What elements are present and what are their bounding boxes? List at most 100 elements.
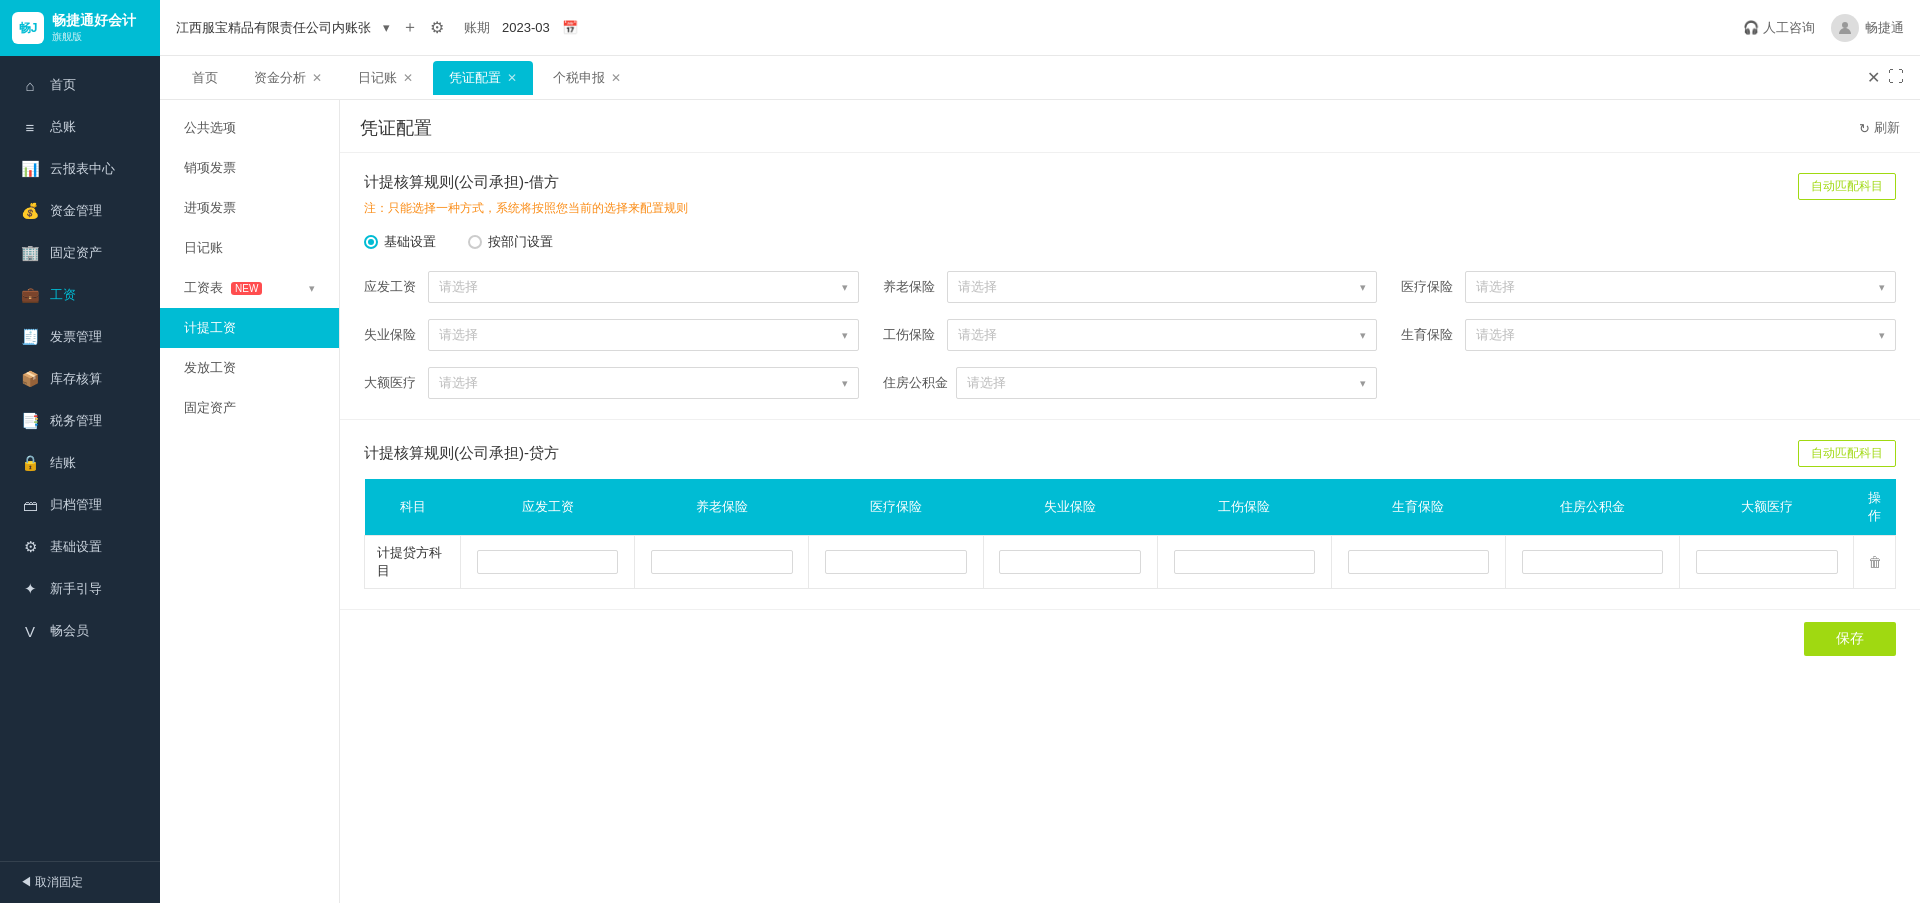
radio-dept-indicator [468, 235, 482, 249]
table-header-row: 科目 应发工资 养老保险 医疗保险 失业保险 工伤保险 生育保险 住房公积金 大… [365, 479, 1896, 536]
sidebar-item-close[interactable]: 🔒 结账 [0, 442, 160, 484]
sidebar-item-salary[interactable]: 💼 工资 [0, 274, 160, 316]
sub-nav-salary-table[interactable]: 工资表 NEW ▾ [160, 268, 339, 308]
credit-section: 计提核算规则(公司承担)-贷方 自动匹配科目 科目 应发工资 养老保险 医疗保险… [340, 420, 1920, 609]
sidebar-nav: ⌂ 首页 ≡ 总账 📊 云报表中心 💰 资金管理 🏢 固定资产 💼 工资 🧾 发… [0, 56, 160, 861]
sidebar-item-tax[interactable]: 📑 税务管理 [0, 400, 160, 442]
radio-basic-label: 基础设置 [384, 233, 436, 251]
row-unemployment-input[interactable] [999, 550, 1140, 574]
housing-fund-label: 住房公积金 [883, 374, 948, 392]
debit-auto-match-button[interactable]: 自动匹配科目 [1798, 173, 1896, 200]
vip-icon: V [20, 623, 40, 640]
sub-nav-fixed-assets[interactable]: 固定资产 [160, 388, 339, 428]
col-medical: 医疗保险 [809, 479, 983, 536]
sidebar-item-funds[interactable]: 💰 资金管理 [0, 190, 160, 232]
credit-section-header: 计提核算规则(公司承担)-贷方 自动匹配科目 [364, 440, 1896, 467]
sidebar-item-label: 发票管理 [50, 328, 102, 346]
sidebar-item-label: 云报表中心 [50, 160, 115, 178]
tab-journal-close-icon[interactable]: ✕ [403, 71, 413, 85]
row-injury-input[interactable] [1174, 550, 1315, 574]
sub-nav-purchase[interactable]: 进项发票 [160, 188, 339, 228]
unemployment-select-placeholder: 请选择 [439, 326, 478, 344]
sub-nav-salary-provision[interactable]: 计提工资 [160, 308, 339, 348]
row-injury-input-cell [1157, 536, 1331, 589]
sidebar-item-label: 基础设置 [50, 538, 102, 556]
guide-icon: ✦ [20, 580, 40, 598]
row-salary-input[interactable] [477, 550, 618, 574]
col-housing: 住房公积金 [1506, 479, 1680, 536]
save-button[interactable]: 保存 [1804, 622, 1896, 656]
sidebar-pin-toggle[interactable]: ◀ 取消固定 [0, 861, 160, 903]
injury-label: 工伤保险 [883, 326, 939, 344]
sub-nav-salary-pay[interactable]: 发放工资 [160, 348, 339, 388]
svg-point-0 [1842, 22, 1848, 28]
tab-funds-close-icon[interactable]: ✕ [312, 71, 322, 85]
radio-by-dept-setting[interactable]: 按部门设置 [468, 233, 553, 251]
sidebar-item-label: 工资 [50, 286, 76, 304]
sidebar-logo: 畅J 畅捷通好会计 旗舰版 [0, 0, 160, 56]
add-account-button[interactable]: ＋ [402, 17, 418, 38]
assets-icon: 🏢 [20, 244, 40, 262]
service-button[interactable]: 🎧 人工咨询 [1743, 19, 1815, 37]
tab-tax-report[interactable]: 个税申报 ✕ [537, 61, 637, 95]
sub-nav-salary-provision-label: 计提工资 [184, 319, 236, 337]
tab-voucher-config[interactable]: 凭证配置 ✕ [433, 61, 533, 95]
sidebar-item-archive[interactable]: 🗃 归档管理 [0, 484, 160, 526]
unemployment-select-arrow-icon: ▾ [842, 329, 848, 342]
sub-nav-journal-label: 日记账 [184, 239, 223, 257]
tab-journal[interactable]: 日记账 ✕ [342, 61, 429, 95]
calendar-icon[interactable]: 📅 [562, 20, 578, 35]
row-medical-input[interactable] [825, 550, 966, 574]
big-medical-select[interactable]: 请选择 ▾ [428, 367, 859, 399]
salary-select-placeholder: 请选择 [439, 278, 478, 296]
tab-tax-report-close-icon[interactable]: ✕ [611, 71, 621, 85]
tab-voucher-config-close-icon[interactable]: ✕ [507, 71, 517, 85]
row-big-medical-input[interactable] [1696, 550, 1837, 574]
sidebar-item-ledger[interactable]: ≡ 总账 [0, 106, 160, 148]
sidebar-item-inventory[interactable]: 📦 库存核算 [0, 358, 160, 400]
tab-funds[interactable]: 资金分析 ✕ [238, 61, 338, 95]
credit-auto-match-button[interactable]: 自动匹配科目 [1798, 440, 1896, 467]
sub-nav-public[interactable]: 公共选项 [160, 108, 339, 148]
row-maternity-input[interactable] [1348, 550, 1489, 574]
sidebar-item-settings[interactable]: ⚙ 基础设置 [0, 526, 160, 568]
topbar: 江西服宝精品有限责任公司内账张 ▾ ＋ ⚙ 账期 2023-03 📅 🎧 人工咨… [160, 0, 1920, 56]
radio-basic-setting[interactable]: 基础设置 [364, 233, 436, 251]
row-housing-input[interactable] [1522, 550, 1663, 574]
expand-icon[interactable]: ⛶ [1888, 68, 1904, 87]
user-menu[interactable]: 畅捷通 [1831, 14, 1904, 42]
home-icon: ⌂ [20, 77, 40, 94]
settings-gear-icon[interactable]: ⚙ [430, 18, 444, 37]
salary-select[interactable]: 请选择 ▾ [428, 271, 859, 303]
close-all-icon[interactable]: ✕ [1867, 68, 1880, 87]
username-label: 畅捷通 [1865, 19, 1904, 37]
delete-row-button[interactable]: 🗑 [1868, 554, 1882, 570]
row-unemployment-input-cell [983, 536, 1157, 589]
sidebar-item-label: 资金管理 [50, 202, 102, 220]
col-salary: 应发工资 [461, 479, 635, 536]
company-dropdown-icon[interactable]: ▾ [383, 20, 390, 35]
injury-select[interactable]: 请选择 ▾ [947, 319, 1378, 351]
logo-name: 畅捷通好会计 [52, 12, 136, 30]
sidebar-item-guide[interactable]: ✦ 新手引导 [0, 568, 160, 610]
medical-select[interactable]: 请选择 ▾ [1465, 271, 1896, 303]
sub-nav-journal[interactable]: 日记账 [160, 228, 339, 268]
housing-fund-select[interactable]: 请选择 ▾ [956, 367, 1378, 399]
funds-icon: 💰 [20, 202, 40, 220]
sidebar-item-assets[interactable]: 🏢 固定资产 [0, 232, 160, 274]
refresh-button[interactable]: ↻ 刷新 [1859, 119, 1900, 137]
radio-basic-indicator [364, 235, 378, 249]
sub-nav-sales[interactable]: 销项发票 [160, 148, 339, 188]
sidebar-item-vip[interactable]: V 畅会员 [0, 610, 160, 652]
pension-select[interactable]: 请选择 ▾ [947, 271, 1378, 303]
row-pension-input[interactable] [651, 550, 792, 574]
sub-nav-salary-table-label: 工资表 [184, 279, 223, 297]
sidebar-item-invoices[interactable]: 🧾 发票管理 [0, 316, 160, 358]
tab-home[interactable]: 首页 [176, 61, 234, 95]
sidebar-item-reports[interactable]: 📊 云报表中心 [0, 148, 160, 190]
sidebar-item-home[interactable]: ⌂ 首页 [0, 64, 160, 106]
sidebar-item-label: 畅会员 [50, 622, 89, 640]
col-maternity: 生育保险 [1331, 479, 1505, 536]
maternity-select[interactable]: 请选择 ▾ [1465, 319, 1896, 351]
unemployment-select[interactable]: 请选择 ▾ [428, 319, 859, 351]
